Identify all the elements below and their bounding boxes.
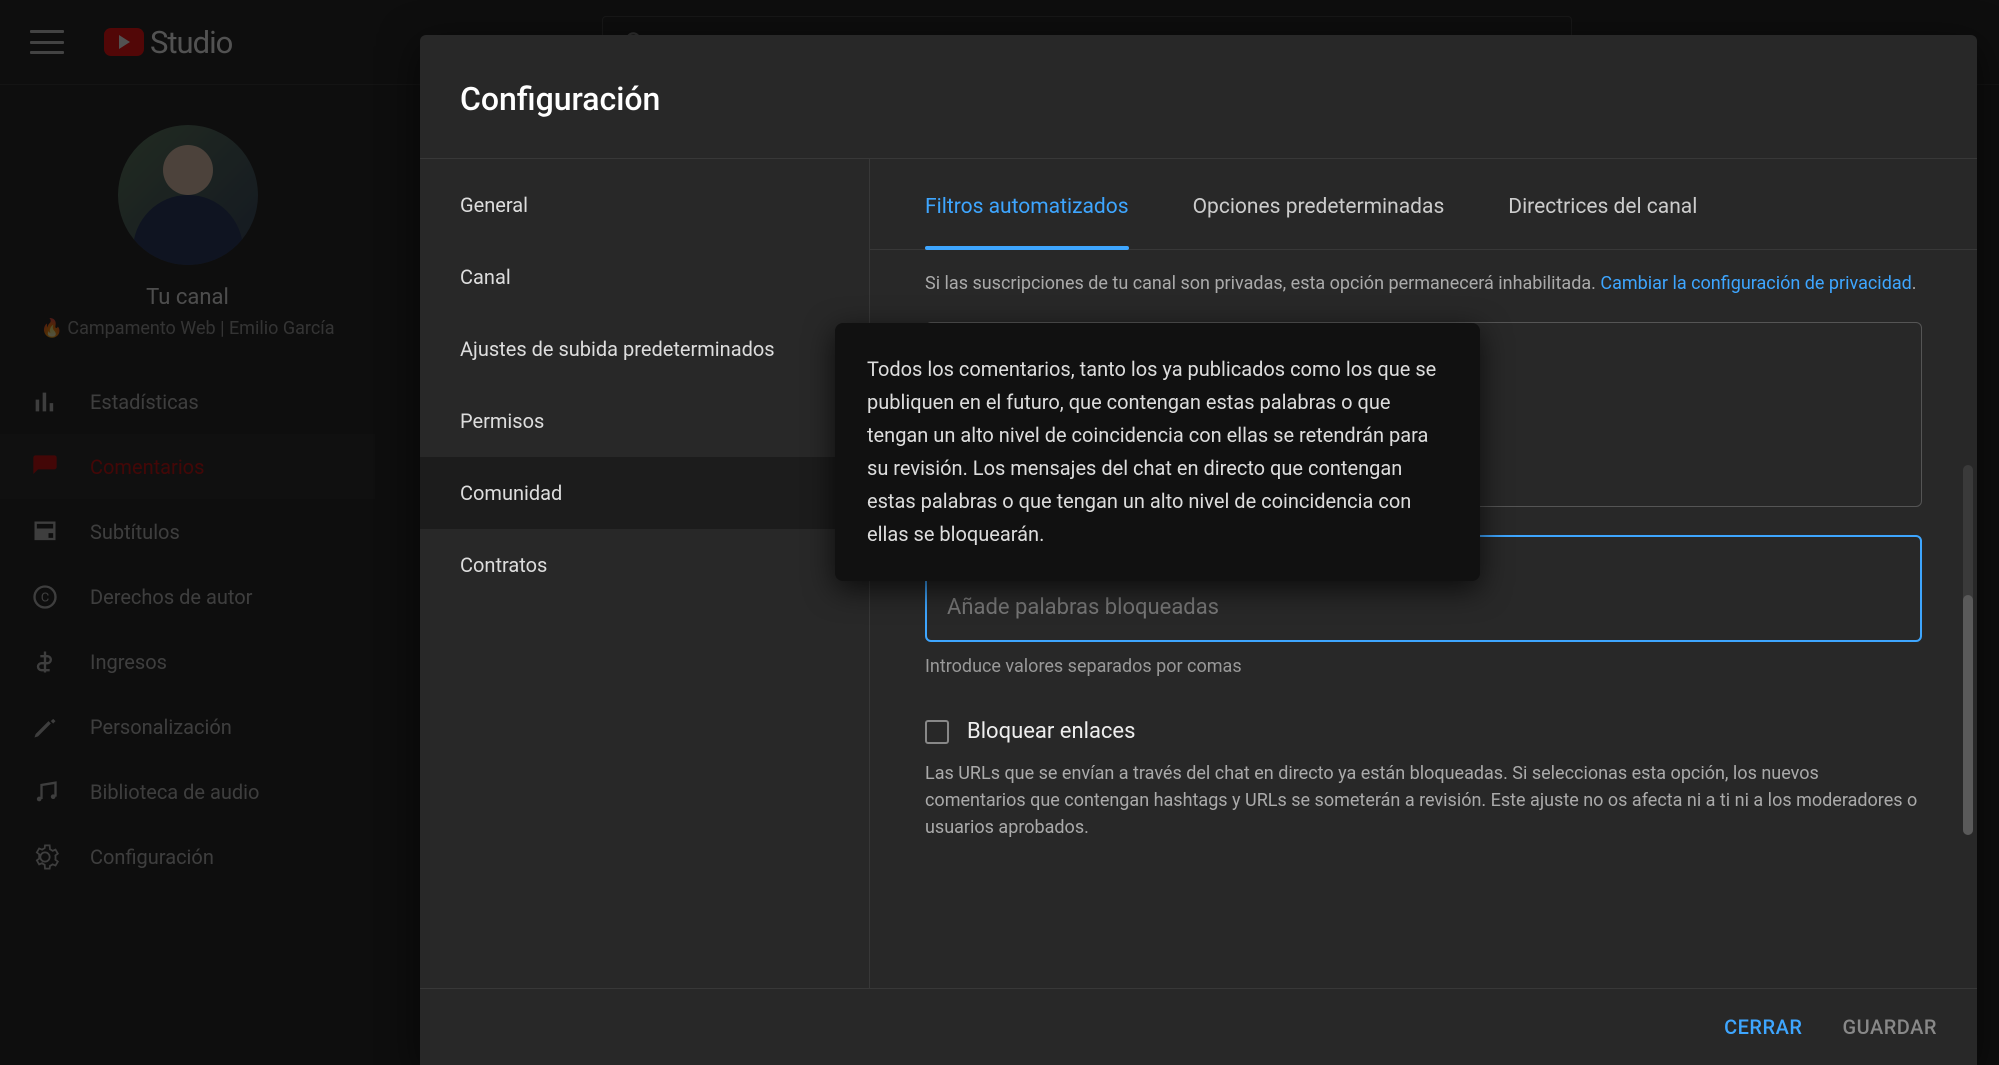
subscriptions-note: Si las suscripciones de tu canal son pri… [925,270,1922,297]
modal-footer: CERRAR GUARDAR [420,988,1977,1065]
tabs-row: Filtros automatizados Opciones predetermi… [870,159,1977,250]
tab-2[interactable]: Directrices del canal [1508,159,1697,249]
checkbox-icon[interactable] [925,720,949,744]
tab-1[interactable]: Opciones predeterminadas [1193,159,1445,249]
blocked-words-tooltip: Todos los comentarios, tanto los ya publ… [835,323,1480,581]
subscriptions-note-text: Si las suscripciones de tu canal son pri… [925,273,1600,294]
blocked-words-input[interactable] [947,595,1900,620]
scrollbar[interactable] [1963,465,1973,835]
block-links-description: Las URLs que se envían a través del chat… [925,760,1922,841]
settings-section-5[interactable]: Contratos [420,529,869,601]
scrollbar-thumb[interactable] [1963,595,1973,835]
settings-section-0[interactable]: General [420,169,869,241]
settings-section-1[interactable]: Canal [420,241,869,313]
block-links-label: Bloquear enlaces [967,719,1135,744]
settings-section-3[interactable]: Permisos [420,385,869,457]
block-links-row[interactable]: Bloquear enlaces [925,719,1922,744]
close-button[interactable]: CERRAR [1724,1015,1802,1039]
blocked-words-helper: Introduce valores separados por comas [925,656,1922,677]
modal-title: Configuración [420,35,1977,159]
save-button[interactable]: GUARDAR [1842,1015,1937,1039]
settings-section-2[interactable]: Ajustes de subida predeterminados [420,313,869,385]
tab-0[interactable]: Filtros automatizados [925,159,1129,249]
modal-sidebar: GeneralCanalAjustes de subida predetermi… [420,159,870,988]
privacy-link[interactable]: Cambiar la configuración de privacidad [1600,273,1911,294]
settings-section-4[interactable]: Comunidad [420,457,869,529]
